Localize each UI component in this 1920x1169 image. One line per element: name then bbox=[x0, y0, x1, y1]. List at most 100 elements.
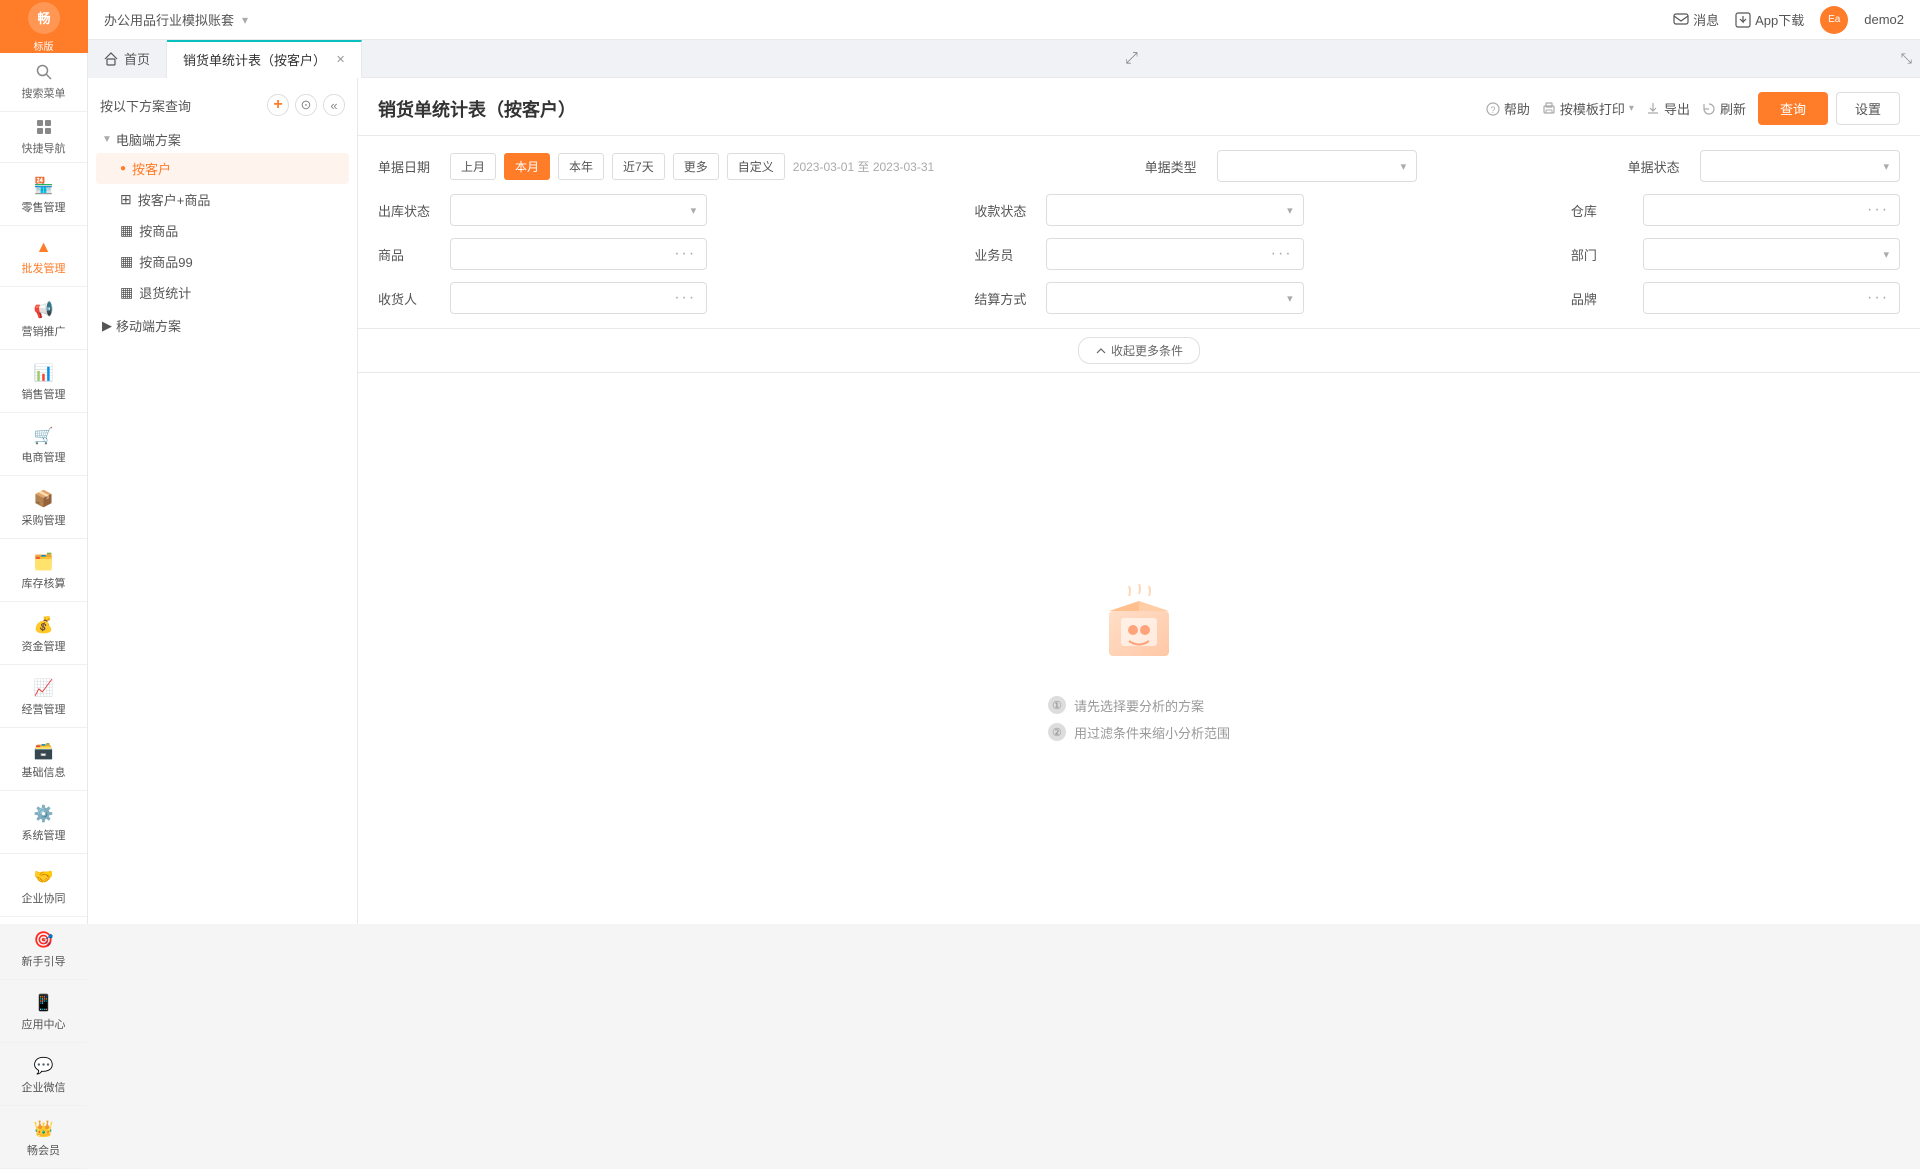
warehouse-input[interactable]: ··· bbox=[1643, 194, 1900, 226]
scheme-item-by-product[interactable]: ▦ 按商品 bbox=[96, 215, 349, 246]
app-download-button[interactable]: App下载 bbox=[1735, 10, 1804, 29]
sidebar-item-wholesale[interactable]: ▲ 批发管理 bbox=[0, 226, 87, 287]
scheme-item-return-stat[interactable]: ▦ 退货统计 bbox=[96, 277, 349, 308]
tab-home[interactable]: 首页 bbox=[88, 40, 167, 78]
scheme-item-by-product99[interactable]: ▦ 按商品99 bbox=[96, 246, 349, 277]
home-icon bbox=[104, 52, 118, 66]
date-btn-custom[interactable]: 自定义 bbox=[727, 153, 785, 180]
tab-sales-stat[interactable]: 销货单统计表（按客户） ✕ bbox=[167, 40, 362, 78]
sidebar-item-purchase[interactable]: 📦 采购管理 bbox=[0, 476, 87, 539]
mobile-scheme-group-title[interactable]: ▶ 移动端方案 bbox=[96, 312, 349, 339]
empty-hint-1-text: 请先选择要分析的方案 bbox=[1074, 696, 1204, 715]
date-btn-this-year[interactable]: 本年 bbox=[558, 153, 604, 180]
pc-scheme-group-title[interactable]: ▼ 电脑端方案 bbox=[96, 126, 349, 153]
order-type-select[interactable]: ▾ bbox=[1217, 150, 1417, 182]
inventory-icon: 🗂️ bbox=[34, 552, 54, 572]
apps-icon: 📱 bbox=[34, 993, 54, 1013]
tab-restore-button[interactable]: ⤡ bbox=[1901, 50, 1912, 67]
sidebar: 畅 标版 搜索菜单 快捷导航 🏪 零售管理 ▲ 批发管理 📢 营销推广 📊 销售… bbox=[0, 0, 88, 924]
sidebar-item-enterprise[interactable]: 🤝 企业协同 bbox=[0, 854, 87, 917]
hint-num-2: ② bbox=[1048, 723, 1066, 741]
brand-dots: ··· bbox=[1867, 289, 1889, 307]
product-label: 商品 bbox=[378, 245, 434, 264]
order-status-select[interactable]: ▾ bbox=[1700, 150, 1900, 182]
refresh-label: 刷新 bbox=[1720, 99, 1746, 118]
sidebar-search-label: 搜索菜单 bbox=[22, 85, 66, 101]
department-select[interactable]: ▾ bbox=[1643, 238, 1900, 270]
template-print-arrow[interactable]: ▾ bbox=[1629, 103, 1634, 114]
export-button[interactable]: 导出 bbox=[1646, 99, 1690, 118]
order-type-label: 单据类型 bbox=[1145, 157, 1201, 176]
product-input[interactable]: ··· bbox=[450, 238, 707, 270]
out-status-chevron: ▾ bbox=[691, 204, 697, 217]
date-btn-this-month[interactable]: 本月 bbox=[504, 153, 550, 180]
salesperson-input[interactable]: ··· bbox=[1046, 238, 1303, 270]
filter-row-2: 出库状态 ▾ 收款状态 ▾ 仓库 ··· bbox=[378, 194, 1900, 226]
sidebar-item-apps[interactable]: 📱 应用中心 bbox=[0, 980, 87, 1043]
brand-label: 品牌 bbox=[1571, 289, 1627, 308]
left-panel-header: 按以下方案查询 + ⊙ « bbox=[88, 88, 357, 126]
sidebar-item-newbie[interactable]: 🎯 新手引导 bbox=[0, 917, 87, 980]
left-panel: 按以下方案查询 + ⊙ « ▼ 电脑端方案 ● 按客户 ⊞ 按客户 bbox=[88, 78, 358, 924]
message-button[interactable]: 消息 bbox=[1673, 10, 1719, 29]
tab-maximize-button[interactable]: ⤢ bbox=[1113, 50, 1150, 68]
sidebar-quick-nav-label: 快捷导航 bbox=[22, 140, 66, 156]
query-button[interactable]: 查询 bbox=[1758, 92, 1828, 125]
sidebar-quick-nav[interactable]: 快捷导航 bbox=[0, 112, 87, 163]
sidebar-item-retail[interactable]: 🏪 零售管理 bbox=[0, 163, 87, 226]
setting-button[interactable]: 设置 bbox=[1836, 92, 1900, 125]
template-print-button[interactable]: 按模板打印 ▾ bbox=[1542, 99, 1634, 118]
collapse-panel-button[interactable]: « bbox=[323, 94, 345, 116]
collapse-label: 收起更多条件 bbox=[1111, 342, 1183, 359]
settlement-select[interactable]: ▾ bbox=[1046, 282, 1303, 314]
tab-close-button[interactable]: ✕ bbox=[336, 53, 345, 66]
collapse-button[interactable]: 收起更多条件 bbox=[1078, 337, 1200, 364]
brand-input[interactable]: ··· bbox=[1643, 282, 1900, 314]
scheme-item-by-product99-label: 按商品99 bbox=[139, 252, 192, 271]
sidebar-item-finance[interactable]: 💰 资金管理 bbox=[0, 602, 87, 665]
add-scheme-button[interactable]: + bbox=[267, 94, 289, 116]
topbar-right: 消息 App下载 Ea demo2 bbox=[1673, 6, 1904, 34]
user-avatar[interactable]: Ea bbox=[1820, 6, 1848, 34]
settings-scheme-button[interactable]: ⊙ bbox=[295, 94, 317, 116]
date-label: 单据日期 bbox=[378, 157, 434, 176]
scheme-item-by-customer-product[interactable]: ⊞ 按客户+商品 bbox=[96, 184, 349, 215]
consignee-dots: ··· bbox=[674, 289, 696, 307]
refresh-button[interactable]: 刷新 bbox=[1702, 99, 1746, 118]
sidebar-item-ecommerce[interactable]: 🛒 电商管理 bbox=[0, 413, 87, 476]
sidebar-item-sales[interactable]: 📊 销售管理 bbox=[0, 350, 87, 413]
receipt-status-select[interactable]: ▾ bbox=[1046, 194, 1303, 226]
out-status-label: 出库状态 bbox=[378, 201, 434, 220]
user-name[interactable]: demo2 bbox=[1864, 12, 1904, 27]
date-btn-last7days[interactable]: 近7天 bbox=[612, 153, 665, 180]
department-label: 部门 bbox=[1571, 245, 1627, 264]
scheme-item-by-product-label: 按商品 bbox=[139, 221, 178, 240]
empty-hint-2-text: 用过滤条件来缩小分析范围 bbox=[1074, 723, 1230, 742]
empty-state: ① 请先选择要分析的方案 ② 用过滤条件来缩小分析范围 bbox=[358, 373, 1920, 924]
sidebar-search[interactable]: 搜索菜单 bbox=[0, 53, 87, 112]
by-customer-product-icon: ⊞ bbox=[120, 191, 132, 208]
out-status-select[interactable]: ▾ bbox=[450, 194, 707, 226]
logo[interactable]: 畅 标版 bbox=[0, 0, 88, 53]
consignee-input[interactable]: ··· bbox=[450, 282, 707, 314]
system-icon: ⚙️ bbox=[34, 804, 54, 824]
hint-num-1: ① bbox=[1048, 696, 1066, 714]
pc-group-label: 电脑端方案 bbox=[116, 130, 181, 149]
sidebar-item-basic[interactable]: 🗃️ 基础信息 bbox=[0, 728, 87, 791]
date-btn-last-month[interactable]: 上月 bbox=[450, 153, 496, 180]
sidebar-item-member[interactable]: 👑 畅会员 bbox=[0, 1106, 87, 1169]
tab-home-label: 首页 bbox=[124, 49, 150, 68]
right-panel: 销货单统计表（按客户） ? 帮助 按模板打印 ▾ 导出 bbox=[358, 78, 1920, 924]
scheme-item-by-customer-label: 按客户 bbox=[132, 159, 171, 178]
topbar-dropdown-arrow[interactable]: ▾ bbox=[242, 13, 248, 27]
sidebar-item-operation[interactable]: 📈 经营管理 bbox=[0, 665, 87, 728]
wholesale-icon: ▲ bbox=[36, 239, 52, 257]
help-button[interactable]: ? 帮助 bbox=[1486, 99, 1530, 118]
scheme-item-by-customer[interactable]: ● 按客户 bbox=[96, 153, 349, 184]
sidebar-item-marketing[interactable]: 📢 营销推广 bbox=[0, 287, 87, 350]
sidebar-item-inventory[interactable]: 🗂️ 库存核算 bbox=[0, 539, 87, 602]
date-btn-more[interactable]: 更多 bbox=[673, 153, 719, 180]
sidebar-item-system[interactable]: ⚙️ 系统管理 bbox=[0, 791, 87, 854]
filter-row-3: 商品 ··· 业务员 ··· 部门 ▾ bbox=[378, 238, 1900, 270]
sidebar-item-wechat[interactable]: 💬 企业微信 bbox=[0, 1043, 87, 1106]
